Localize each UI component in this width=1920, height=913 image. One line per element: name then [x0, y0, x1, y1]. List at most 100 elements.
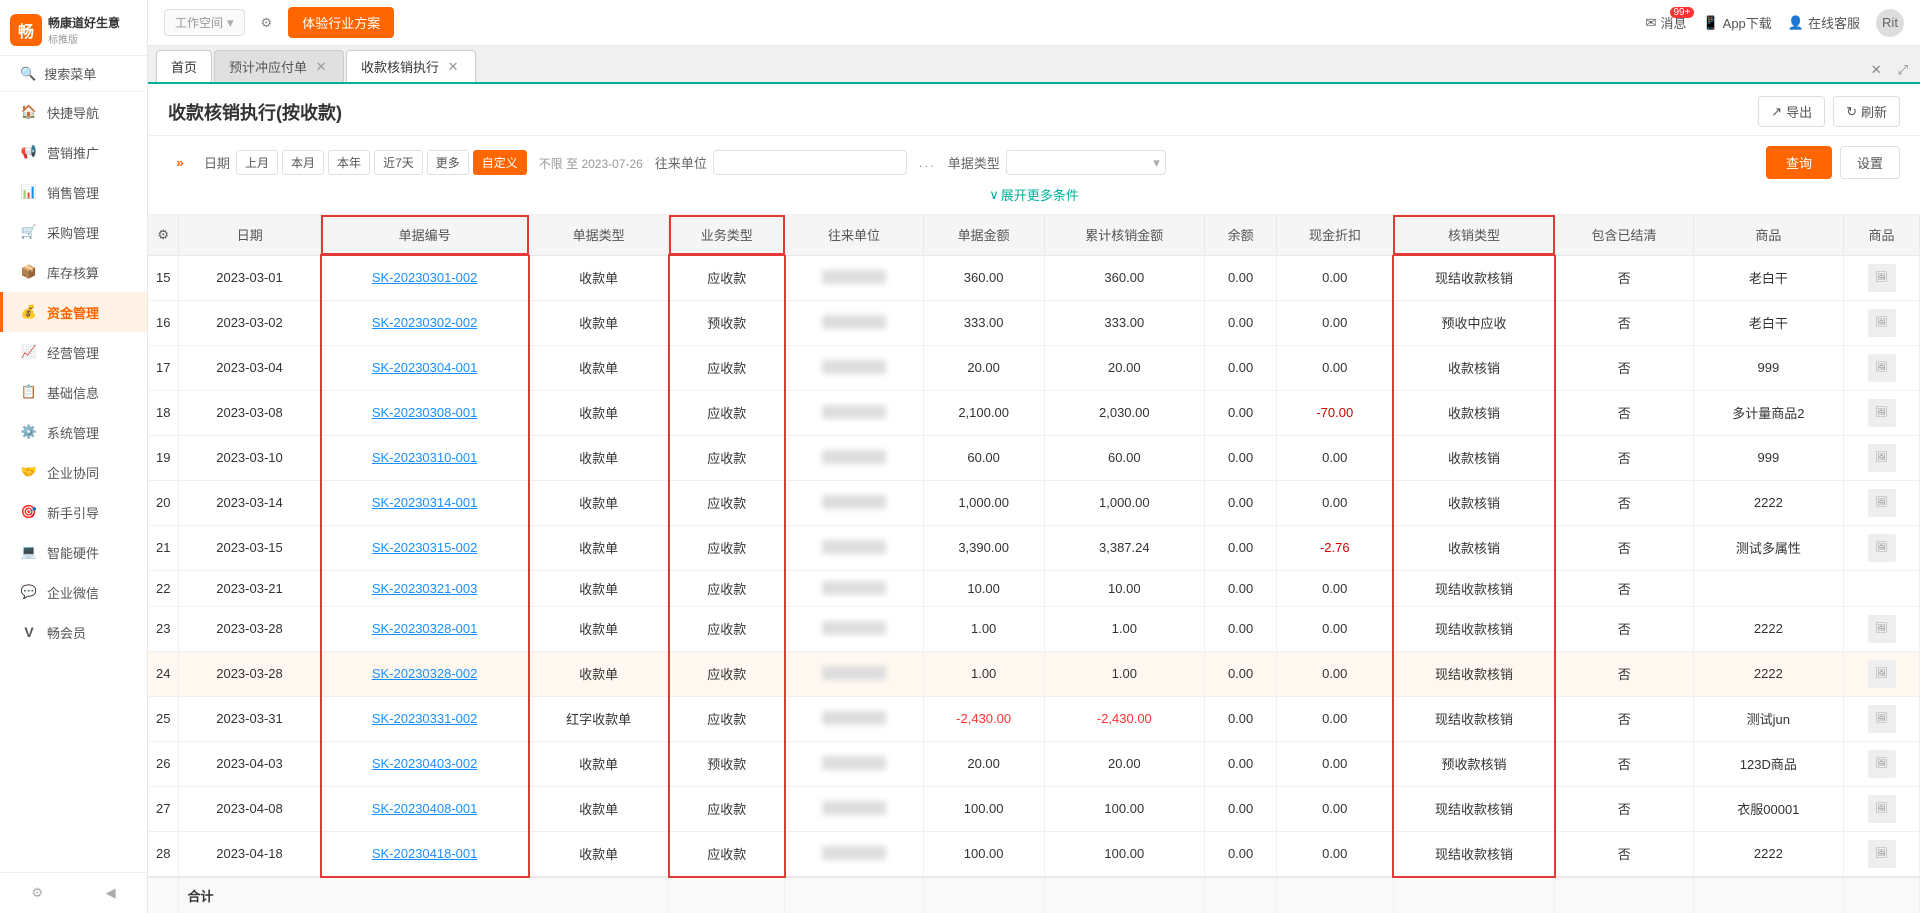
bill-no-link[interactable]: SK-20230328-002 — [372, 666, 478, 681]
th-gear[interactable]: ⚙ — [148, 215, 179, 255]
bill-no-link[interactable]: SK-20230308-001 — [372, 405, 478, 420]
sidebar-item-purchase[interactable]: 🛒 采购管理 — [0, 212, 147, 252]
td-total-amount — [923, 877, 1044, 913]
online-service-btn[interactable]: 👤 在线客服 — [1788, 13, 1860, 32]
td-date: 2023-03-31 — [179, 696, 321, 741]
td-no: 23 — [148, 606, 179, 651]
bill-no-link[interactable]: SK-20230314-001 — [372, 495, 478, 510]
bill-no-link[interactable]: SK-20230403-002 — [372, 756, 478, 771]
messages-btn[interactable]: ✉ 消息 99+ — [1646, 13, 1687, 32]
bill-no-link[interactable]: SK-20230328-001 — [372, 621, 478, 636]
td-balance: 0.00 — [1204, 651, 1276, 696]
system-icon: ⚙️ — [19, 422, 39, 442]
partner-input[interactable] — [713, 150, 907, 175]
td-goods: 多计量商品2 — [1693, 390, 1843, 435]
bill-no-link[interactable]: SK-20230408-001 — [372, 801, 478, 816]
expand-conditions-btn[interactable]: ∨ 展开更多条件 — [989, 185, 1079, 204]
bill-type-select[interactable] — [1006, 150, 1166, 175]
guide-icon: 🎯 — [19, 502, 39, 522]
td-goods2: 🖼 — [1844, 651, 1920, 696]
td-total-goods — [1693, 877, 1843, 913]
bill-no-link[interactable]: SK-20230418-001 — [372, 846, 478, 861]
tab-close-all-btn[interactable]: ✕ — [1867, 58, 1886, 82]
sidebar-item-quicknav[interactable]: 🏠 快捷导航 — [0, 92, 147, 132]
td-cancel-type: 现结收款核销 — [1393, 651, 1555, 696]
sidebar-item-wechat[interactable]: 💬 企业微信 — [0, 572, 147, 612]
tab-maximize-btn[interactable]: ⤢ — [1894, 58, 1912, 82]
table-row: 18 2023-03-08 SK-20230308-001 收款单 应收款 ██… — [148, 390, 1920, 435]
th-cash-disc: 现金折扣 — [1277, 215, 1393, 255]
sidebar-item-member[interactable]: V 畅会员 — [0, 612, 147, 652]
tab-collection[interactable]: 收款核销执行 ✕ — [346, 50, 476, 82]
date-7days[interactable]: 近7天 — [374, 150, 423, 175]
sidebar-item-inventory[interactable]: 📦 库存核算 — [0, 252, 147, 292]
td-goods: 衣服00001 — [1693, 786, 1843, 831]
sidebar-collapse-btn[interactable]: ◀ — [98, 881, 124, 905]
bill-no-link[interactable]: SK-20230315-002 — [372, 540, 478, 555]
settings-icon[interactable]: ⚙ — [257, 11, 277, 35]
avatar[interactable]: Rit — [1876, 9, 1904, 37]
chevron-down-icon: ∨ — [989, 187, 999, 203]
td-bill-type: 收款单 — [529, 525, 669, 570]
sidebar-item-basic[interactable]: 📋 基础信息 — [0, 372, 147, 412]
bill-no-link[interactable]: SK-20230331-002 — [372, 711, 478, 726]
sidebar-item-operation[interactable]: 📈 经营管理 — [0, 332, 147, 372]
sidebar-item-corp[interactable]: 🤝 企业协同 — [0, 452, 147, 492]
export-btn[interactable]: ↗ 导出 — [1758, 96, 1825, 127]
bill-no-link[interactable]: SK-20230321-003 — [372, 581, 478, 596]
date-last-month[interactable]: 上月 — [236, 150, 278, 175]
td-date: 2023-03-14 — [179, 480, 321, 525]
td-total-label: 合计 — [179, 877, 669, 913]
sidebar-item-sales[interactable]: 📊 销售管理 — [0, 172, 147, 212]
bill-no-link[interactable]: SK-20230301-002 — [372, 270, 478, 285]
sidebar-settings-btn[interactable]: ⚙ — [23, 881, 51, 905]
page-header: 收款核销执行(按收款) ↗ 导出 ↻ 刷新 — [148, 84, 1920, 136]
tab-collection-close[interactable]: ✕ — [445, 59, 461, 75]
refresh-btn[interactable]: ↻ 刷新 — [1833, 96, 1900, 127]
td-total-biz — [669, 877, 785, 913]
solution-btn[interactable]: 体验行业方案 — [288, 7, 394, 38]
filter-toggle-btn[interactable]: » — [168, 151, 192, 175]
page-actions: ↗ 导出 ↻ 刷新 — [1758, 96, 1900, 127]
th-partner: 往来单位 — [785, 215, 923, 255]
search-btn[interactable]: 查询 — [1766, 146, 1832, 179]
th-goods2: 商品 — [1844, 215, 1920, 255]
td-amount: 333.00 — [923, 300, 1044, 345]
td-bill-type: 收款单 — [529, 570, 669, 606]
bill-no-link[interactable]: SK-20230302-002 — [372, 315, 478, 330]
td-bill-no: SK-20230304-001 — [321, 345, 529, 390]
sidebar-item-guide[interactable]: 🎯 新手引导 — [0, 492, 147, 532]
tab-payable-close[interactable]: ✕ — [313, 59, 329, 75]
td-biz-type: 应收款 — [669, 390, 785, 435]
sidebar-item-finance[interactable]: 💰 资金管理 — [0, 292, 147, 332]
filter-partner-section: 往来单位 — [655, 150, 907, 175]
td-cancel-type: 现结收款核销 — [1393, 570, 1555, 606]
td-cum-cancel: 20.00 — [1044, 345, 1204, 390]
workspace-selector[interactable]: 工作空间 ▾ — [164, 9, 245, 36]
bill-no-link[interactable]: SK-20230310-001 — [372, 450, 478, 465]
date-more[interactable]: 更多 — [427, 150, 469, 175]
sidebar-item-marketing[interactable]: 📢 营销推广 — [0, 132, 147, 172]
td-goods2: 🖼 — [1844, 696, 1920, 741]
sidebar-search-item[interactable]: 🔍 搜索菜单 — [0, 56, 147, 92]
sidebar-item-hardware[interactable]: 💻 智能硬件 — [0, 532, 147, 572]
sidebar-item-system[interactable]: ⚙️ 系统管理 — [0, 412, 147, 452]
tab-payable[interactable]: 预计冲应付单 ✕ — [214, 50, 344, 82]
th-cancel-type: 核销类型 — [1393, 215, 1555, 255]
table-row: 28 2023-04-18 SK-20230418-001 收款单 应收款 ██… — [148, 831, 1920, 877]
date-custom[interactable]: 自定义 — [473, 150, 527, 175]
tab-home[interactable]: 首页 — [156, 50, 212, 82]
td-goods: 测试多属性 — [1693, 525, 1843, 570]
app-download-btn[interactable]: 📱 App下载 — [1702, 13, 1771, 32]
date-this-month[interactable]: 本月 — [282, 150, 324, 175]
tab-collection-label: 收款核销执行 — [361, 57, 439, 76]
sidebar-logo: 畅 畅康道好生意 标推版 — [0, 0, 147, 56]
td-bill-no: SK-20230403-002 — [321, 741, 529, 786]
td-bill-type: 收款单 — [529, 786, 669, 831]
td-balance: 0.00 — [1204, 570, 1276, 606]
date-this-year[interactable]: 本年 — [328, 150, 370, 175]
td-no: 17 — [148, 345, 179, 390]
bill-no-link[interactable]: SK-20230304-001 — [372, 360, 478, 375]
td-goods: 老白干 — [1693, 255, 1843, 300]
settings-btn[interactable]: 设置 — [1840, 146, 1900, 179]
